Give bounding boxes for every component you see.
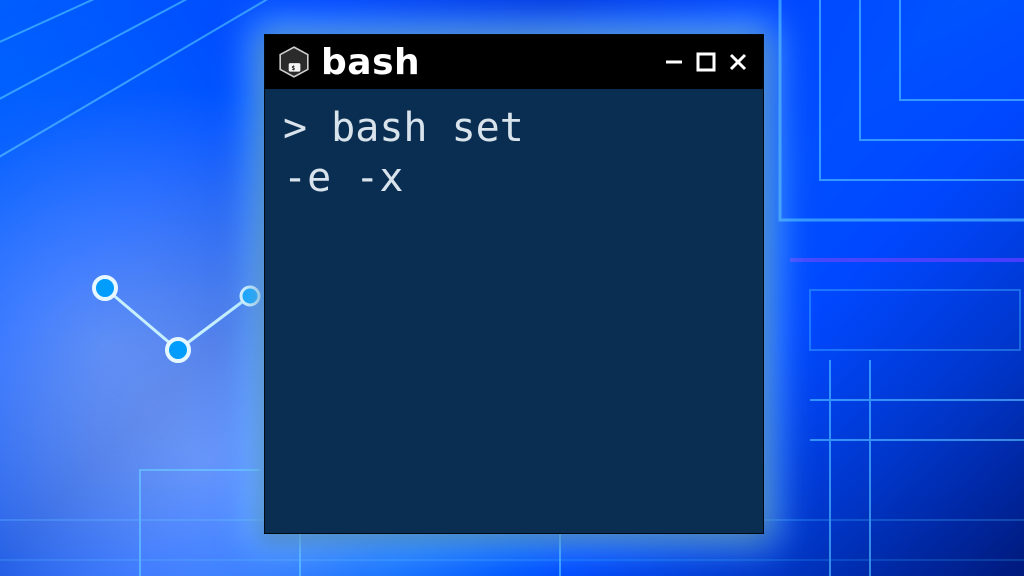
- titlebar[interactable]: $ bash: [265, 35, 763, 89]
- terminal-body[interactable]: > bash set -e -x: [265, 89, 763, 217]
- prompt: >: [283, 105, 331, 151]
- minimize-button[interactable]: [661, 49, 687, 75]
- window-title: bash: [321, 42, 651, 83]
- close-button[interactable]: [725, 49, 751, 75]
- maximize-button[interactable]: [693, 49, 719, 75]
- bash-icon: $: [277, 45, 311, 79]
- window-controls: [661, 49, 751, 75]
- terminal-window: $ bash > bash set -e -x: [264, 34, 764, 534]
- svg-text:$: $: [291, 64, 295, 72]
- command-line-1: bash set: [331, 105, 524, 151]
- command-line-2: -e -x: [283, 155, 403, 201]
